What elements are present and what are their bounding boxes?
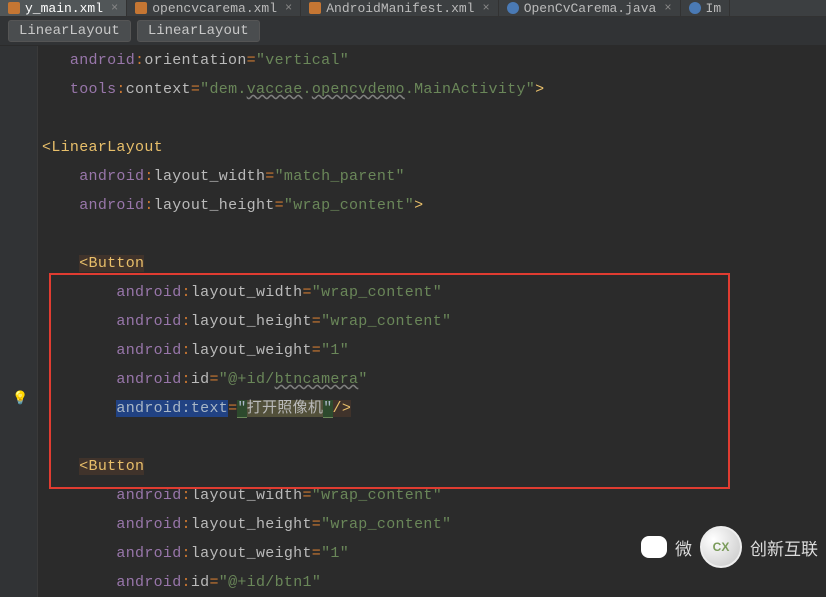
code-line: android:id="@+id/btncamera" — [42, 365, 826, 394]
code-line: tools:context="dem.vaccae.opencvdemo.Mai… — [42, 75, 826, 104]
xml-file-icon — [8, 2, 20, 14]
breadcrumb-item[interactable]: LinearLayout — [137, 20, 260, 42]
code-line — [42, 220, 826, 249]
tab-androidmanifest[interactable]: AndroidManifest.xml × — [301, 0, 498, 16]
tab-label: y_main.xml — [25, 1, 103, 16]
java-file-icon — [689, 2, 701, 14]
close-icon[interactable]: × — [482, 1, 489, 15]
code-line: android:text="打开照像机"/> — [42, 394, 826, 423]
java-file-icon — [507, 2, 519, 14]
tab-opencvcarema-java[interactable]: OpenCvCarema.java × — [499, 0, 681, 16]
code-line: <LinearLayout — [42, 133, 826, 162]
breadcrumb-bar: LinearLayout LinearLayout — [0, 17, 826, 46]
xml-file-icon — [309, 2, 321, 14]
intention-bulb-icon[interactable]: 💡 — [12, 392, 26, 406]
code-line — [42, 104, 826, 133]
code-line: android:layout_height="wrap_content" — [42, 307, 826, 336]
code-line: android:layout_weight="1" — [42, 336, 826, 365]
tab-label: AndroidManifest.xml — [326, 1, 474, 16]
watermark-wx: 微 — [675, 535, 692, 560]
tab-im[interactable]: Im — [681, 0, 731, 16]
close-icon[interactable]: × — [111, 1, 118, 15]
wechat-icon — [641, 536, 667, 558]
brand-badge: CX — [700, 526, 742, 568]
tab-label: OpenCvCarema.java — [524, 1, 657, 16]
code-line: android:layout_width="wrap_content" — [42, 481, 826, 510]
code-line: <Button — [42, 452, 826, 481]
tab-opencvcarema-xml[interactable]: opencvcarema.xml × — [127, 0, 301, 16]
editor-gutter: 💡 — [0, 46, 38, 597]
close-icon[interactable]: × — [664, 1, 671, 15]
code-line: android:layout_height="wrap_content"> — [42, 191, 826, 220]
tab-label: opencvcarema.xml — [152, 1, 277, 16]
xml-file-icon — [135, 2, 147, 14]
close-icon[interactable]: × — [285, 1, 292, 15]
code-editor[interactable]: 💡 android:orientation="vertical" tools:c… — [0, 46, 826, 597]
tab-label: Im — [706, 1, 722, 16]
breadcrumb-item[interactable]: LinearLayout — [8, 20, 131, 42]
code-line: android:id="@+id/btn1" — [42, 568, 826, 597]
code-line — [42, 423, 826, 452]
editor-tabs: y_main.xml × opencvcarema.xml × AndroidM… — [0, 0, 826, 17]
watermark-text: 创新互联 — [750, 535, 818, 560]
code-line: android:layout_width="wrap_content" — [42, 278, 826, 307]
watermark: 微 CX 创新互联 — [641, 526, 818, 568]
code-line: <Button — [42, 249, 826, 278]
code-line: android:orientation="vertical" — [42, 46, 826, 75]
tab-main-xml[interactable]: y_main.xml × — [0, 0, 127, 16]
code-line: android:layout_width="match_parent" — [42, 162, 826, 191]
